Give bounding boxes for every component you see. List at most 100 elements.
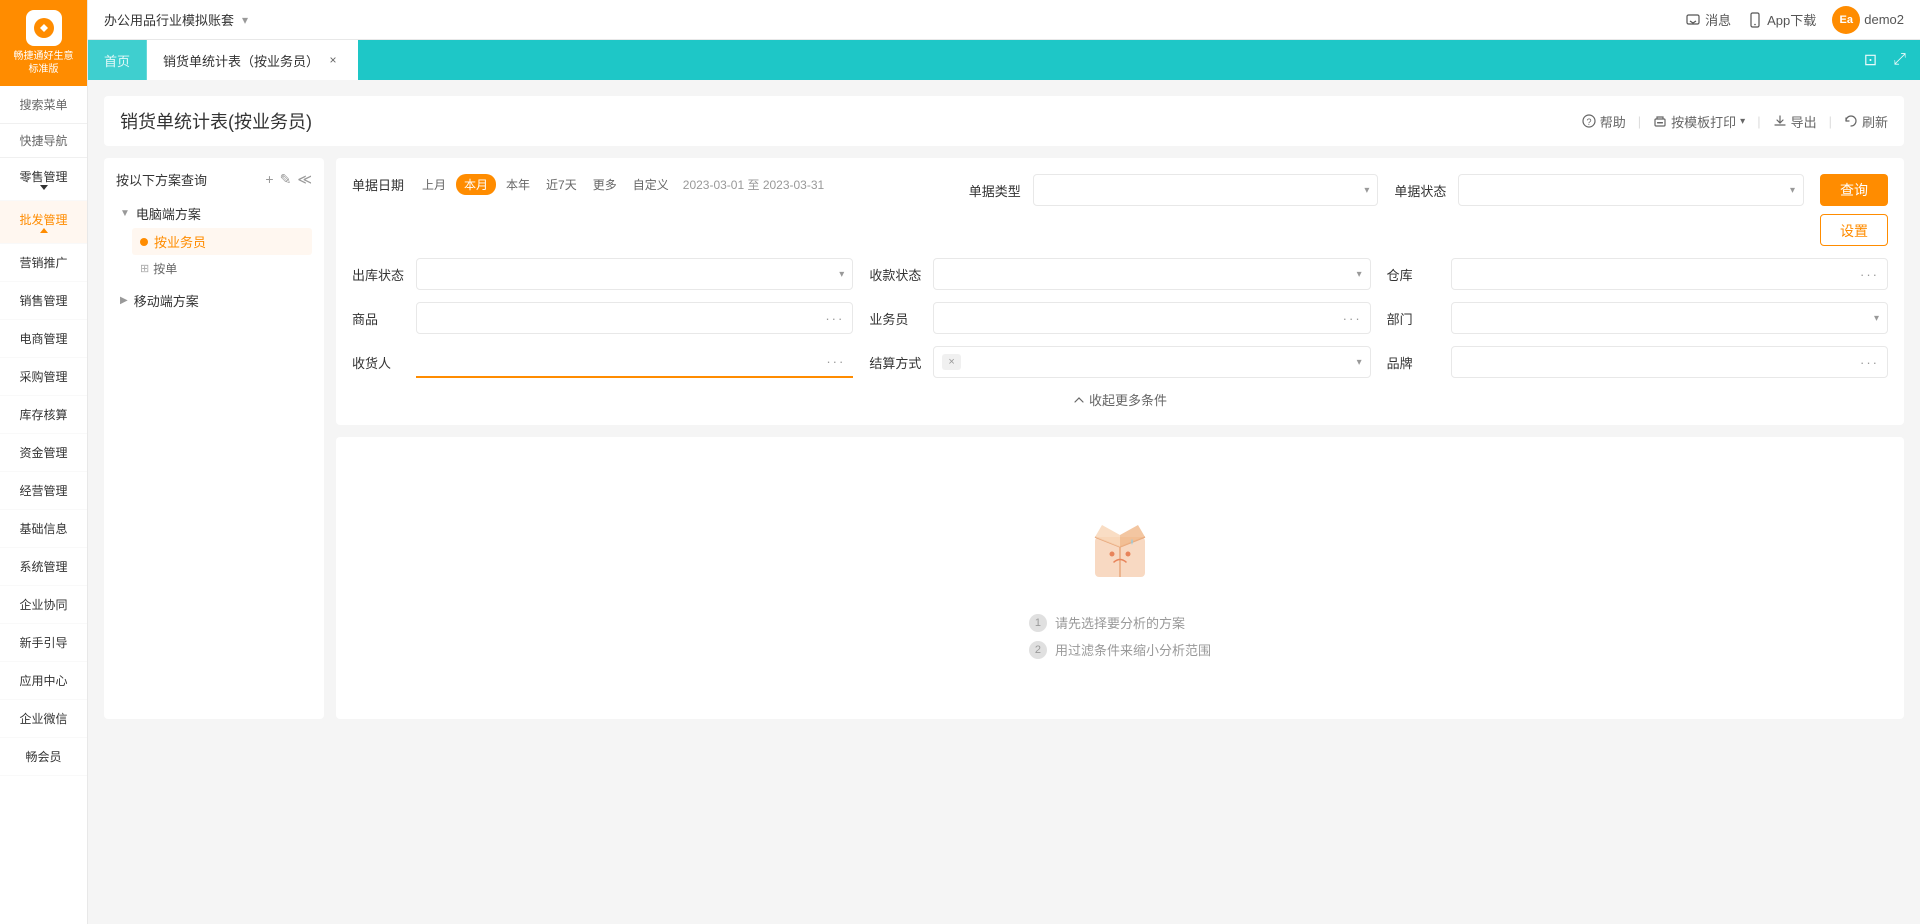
sidebar-item-collab[interactable]: 企业协同 xyxy=(0,586,87,624)
filter-department: 部门 ▾ xyxy=(1387,302,1888,334)
expand-btn[interactable]: ⤢ xyxy=(1887,47,1912,73)
tip-num-2: 2 xyxy=(1029,641,1047,659)
help-label: 帮助 xyxy=(1600,112,1626,131)
doc-type-input[interactable]: ▾ xyxy=(1033,174,1379,206)
brand-input[interactable]: ··· xyxy=(1451,346,1888,378)
department-label: 部门 xyxy=(1387,309,1443,328)
sidebar-item-label: 销售管理 xyxy=(19,292,67,309)
template-print-btn[interactable]: 按模板打印 ▾ xyxy=(1653,112,1745,131)
tree-sub-child-order[interactable]: ⊞ 按单 xyxy=(132,257,312,280)
content-area: 按以下方案查询 + ✎ ≪ ▼ 电脑端方案 按业务 xyxy=(104,158,1904,719)
left-panel-icons: + ✎ ≪ xyxy=(265,171,312,188)
out-status-dropdown-icon: ▾ xyxy=(839,269,844,280)
tabbar-actions: ⊡ ⤢ xyxy=(1858,40,1920,80)
sidebar-item-finance[interactable]: 资金管理 xyxy=(0,434,87,472)
sidebar-search[interactable]: 搜索菜单 xyxy=(0,86,87,124)
user-name: demo2 xyxy=(1864,12,1904,27)
date-tab-this-month[interactable]: 本月 xyxy=(456,174,496,195)
topbar: 办公用品行业模拟账套 ▾ 消息 App下载 Ea demo2 xyxy=(88,0,1920,40)
edit-scheme-icon[interactable]: ✎ xyxy=(280,171,292,188)
app-download-action[interactable]: App下载 xyxy=(1747,10,1816,29)
tab-sales-stats[interactable]: 销货单统计表（按业务员） × xyxy=(147,40,358,80)
salesperson-input[interactable]: ··· xyxy=(933,302,1370,334)
empty-tip-2: 2 用过滤条件来缩小分析范围 xyxy=(1029,640,1211,659)
date-tab-custom[interactable]: 自定义 xyxy=(627,174,675,195)
warehouse-input[interactable]: ··· xyxy=(1451,258,1888,290)
collection-status-dropdown-icon: ▾ xyxy=(1357,269,1362,280)
department-input[interactable]: ▾ xyxy=(1451,302,1888,334)
sidebar-item-label: 畅会员 xyxy=(25,748,61,765)
tree-desktop-parent[interactable]: ▼ 电脑端方案 xyxy=(116,201,312,226)
sidebar-item-inventory[interactable]: 库存核算 xyxy=(0,396,87,434)
sidebar-item-wholesale[interactable]: 批发管理 xyxy=(0,201,87,244)
add-scheme-icon[interactable]: + xyxy=(265,171,273,188)
query-button[interactable]: 查询 xyxy=(1820,174,1888,206)
message-action[interactable]: 消息 xyxy=(1685,10,1731,29)
message-label: 消息 xyxy=(1705,10,1731,29)
help-btn[interactable]: ? 帮助 xyxy=(1582,112,1626,131)
filter-brand: 品牌 ··· xyxy=(1387,346,1888,378)
minimize-btn[interactable]: ⊡ xyxy=(1858,46,1883,74)
sidebar-item-label: 经营管理 xyxy=(19,482,67,499)
sidebar-item-sales[interactable]: 销售管理 xyxy=(0,282,87,320)
doc-status-dropdown-icon: ▾ xyxy=(1790,185,1795,196)
sidebar-item-label: 资金管理 xyxy=(19,444,67,461)
date-tab-this-year[interactable]: 本年 xyxy=(500,174,536,195)
sidebar-item-ops[interactable]: 经营管理 xyxy=(0,472,87,510)
date-range-text: 2023-03-01 至 2023-03-31 xyxy=(683,176,824,193)
refresh-btn[interactable]: 刷新 xyxy=(1844,112,1888,131)
collection-status-input[interactable]: ▾ xyxy=(933,258,1370,290)
sidebar-item-basics[interactable]: 基础信息 xyxy=(0,510,87,548)
doc-status-input[interactable]: ▾ xyxy=(1458,174,1804,206)
filter-collection-status: 收款状态 ▾ xyxy=(869,258,1370,290)
refresh-label: 刷新 xyxy=(1862,112,1888,131)
collapse-panel-icon[interactable]: ≪ xyxy=(297,171,312,188)
filter-row-4: 收货人 ··· 结算方式 × xyxy=(352,346,1888,378)
sidebar-quick-nav[interactable]: 快捷导航 xyxy=(0,124,87,158)
collapse-button[interactable]: 收起更多条件 xyxy=(352,390,1888,409)
out-status-input[interactable]: ▾ xyxy=(416,258,853,290)
settlement-input[interactable]: × ▾ xyxy=(933,346,1370,378)
sidebar-item-newbie[interactable]: 新手引导 xyxy=(0,624,87,662)
tab-close-icon[interactable]: × xyxy=(325,52,341,68)
logo-icon xyxy=(26,10,62,46)
sidebar-item-ecom[interactable]: 电商管理 xyxy=(0,320,87,358)
collapse-icon xyxy=(1073,394,1085,406)
sidebar-item-label: 基础信息 xyxy=(19,520,67,537)
avatar: Ea xyxy=(1832,6,1860,34)
tree-mobile-parent[interactable]: ▶ 移动端方案 xyxy=(116,288,312,313)
date-tab-last-month[interactable]: 上月 xyxy=(416,174,452,195)
sidebar-item-appcenter[interactable]: 应用中心 xyxy=(0,662,87,700)
sidebar-item-marketing[interactable]: 营销推广 xyxy=(0,244,87,282)
sidebar-item-retail[interactable]: 零售管理 xyxy=(0,158,87,201)
user-info[interactable]: Ea demo2 xyxy=(1832,6,1904,34)
settlement-clear-icon[interactable]: × xyxy=(948,356,954,368)
collection-status-label: 收款状态 xyxy=(869,265,925,284)
action-col: 查询 设置 xyxy=(1820,174,1888,246)
filter-row-3: 商品 ··· 业务员 ··· xyxy=(352,302,1888,334)
empty-tip-1: 1 请先选择要分析的方案 xyxy=(1029,613,1211,632)
topbar-dropdown-icon[interactable]: ▾ xyxy=(242,13,248,27)
export-btn[interactable]: 导出 xyxy=(1773,112,1817,131)
settings-button[interactable]: 设置 xyxy=(1820,214,1888,246)
phone-icon xyxy=(1747,12,1763,28)
sidebar-logo[interactable]: 畅捷通好生意 标准版 xyxy=(0,0,87,86)
doc-type-dropdown-icon: ▾ xyxy=(1364,185,1369,196)
filter-out-status: 出库状态 ▾ xyxy=(352,258,853,290)
avatar-text: Ea xyxy=(1840,14,1853,26)
goods-input[interactable]: ··· xyxy=(416,302,853,334)
tab-home[interactable]: 首页 xyxy=(88,40,147,80)
date-tab-7days[interactable]: 近7天 xyxy=(540,174,583,195)
dropdown-caret-icon[interactable]: ▾ xyxy=(1740,116,1745,127)
sidebar-item-vip[interactable]: 畅会员 xyxy=(0,738,87,776)
right-content: 单据日期 上月 本月 本年 近7天 更多 自定义 2023-03-01 至 20… xyxy=(336,158,1904,719)
sidebar-item-label: 企业协同 xyxy=(19,596,67,613)
sidebar-item-purchase[interactable]: 采购管理 xyxy=(0,358,87,396)
sidebar-item-system[interactable]: 系统管理 xyxy=(0,548,87,586)
settlement-label: 结算方式 xyxy=(869,353,925,372)
receiver-input[interactable]: ··· xyxy=(416,346,853,378)
tree-child-salesperson[interactable]: 按业务员 xyxy=(132,228,312,255)
sub-child-order-label: 按单 xyxy=(153,260,177,277)
sidebar-item-wechat[interactable]: 企业微信 xyxy=(0,700,87,738)
date-tab-more[interactable]: 更多 xyxy=(587,174,623,195)
